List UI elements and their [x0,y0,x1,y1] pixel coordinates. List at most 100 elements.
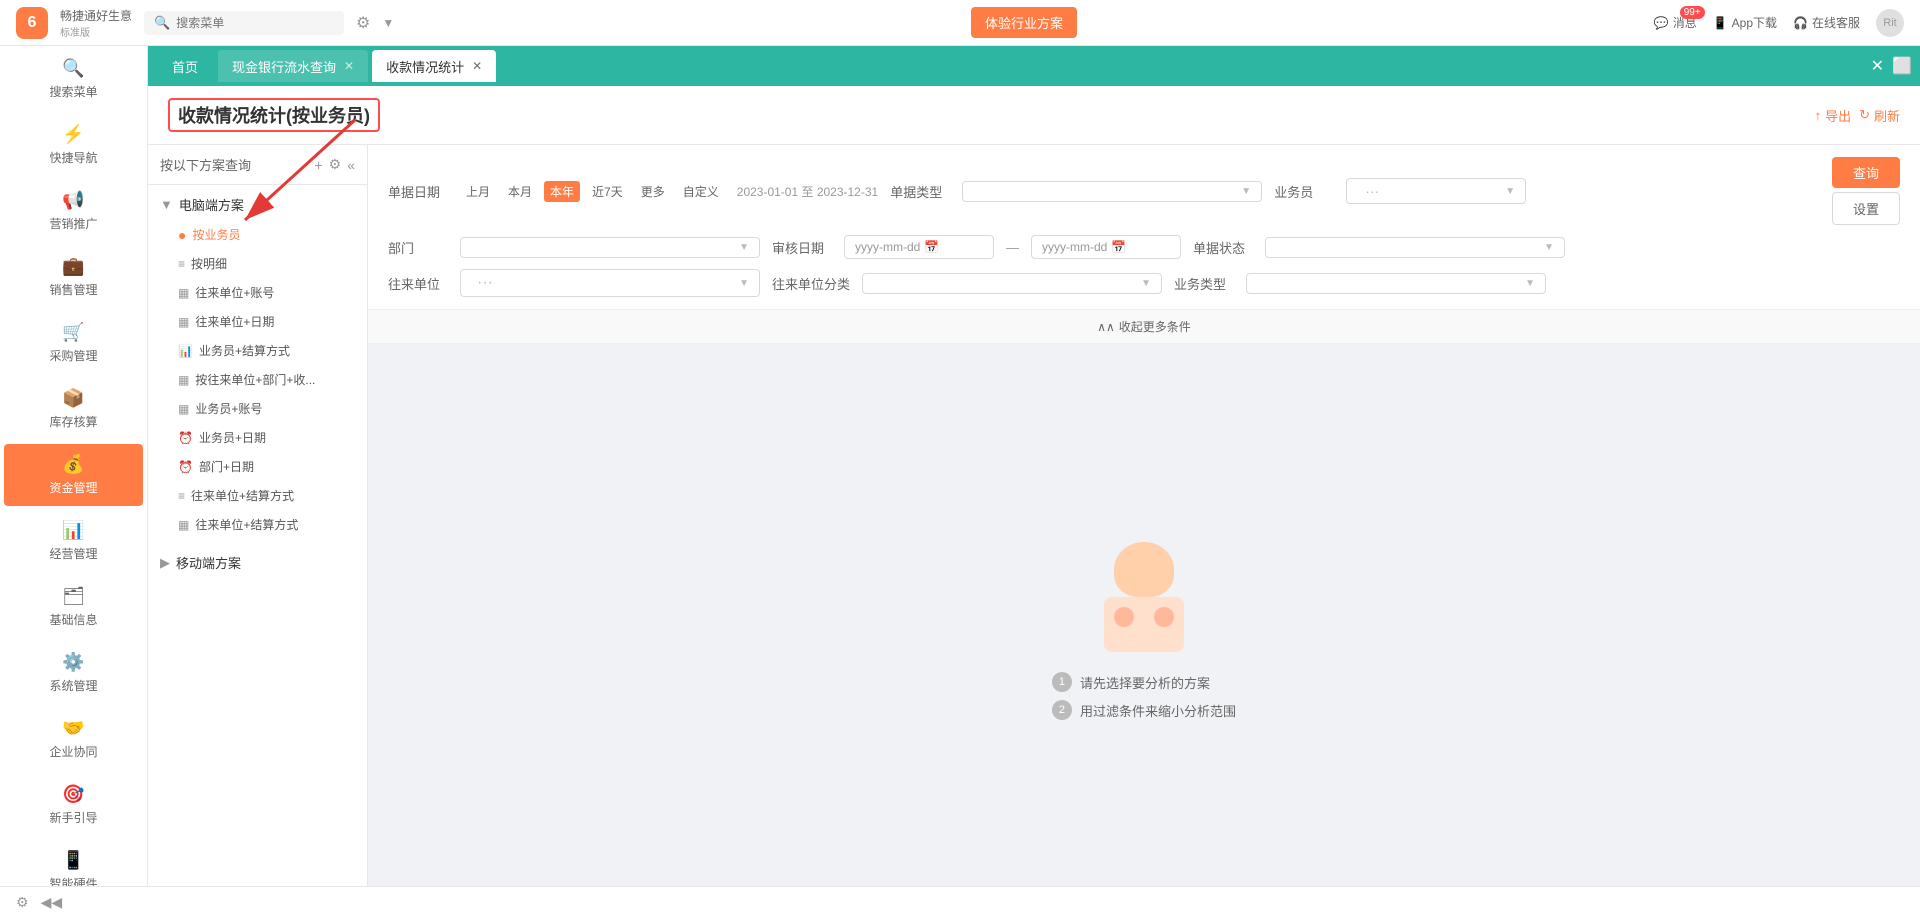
salesperson-select[interactable]: ··· ▼ [1346,178,1526,204]
doc-type-select[interactable]: ▼ [962,181,1262,202]
sidebar-item-search[interactable]: 🔍 搜索菜单 [4,48,143,110]
date-btn-7days[interactable]: 近7天 [586,181,629,202]
doc-status-label: 单据状态 [1193,238,1253,257]
partner-category-select[interactable]: ▼ [862,273,1162,294]
settings-icon[interactable]: ⚙ [356,13,370,33]
empty-step-1: 1 请先选择要分析的方案 [1052,672,1236,692]
online-service-btn[interactable]: 🎧 在线客服 [1793,14,1860,31]
tree-item-partner-dept[interactable]: ▦ 按往来单位+部门+收... [148,365,367,394]
app-edition: 标准版 [60,24,132,39]
tree-item-sales-date[interactable]: ⏰ 业务员+日期 [148,423,367,452]
partner-chevron: ▼ [739,278,749,289]
tree-item-partner-settle2[interactable]: ▦ 往来单位+结算方式 [148,510,367,539]
partner-label: 往来单位 [388,274,448,293]
top-search-box[interactable]: 🔍 [144,11,344,35]
salesperson-dots[interactable]: ··· [1365,183,1379,199]
tree-mobile-root[interactable]: ▶ 移动端方案 [148,547,367,578]
date-btn-this-year[interactable]: 本年 [544,181,580,202]
sidebar-item-basic[interactable]: 🗂 基础信息 [4,576,143,638]
panel-header: 按以下方案查询 + ⚙ « [148,145,367,185]
empty-step-2: 2 用过滤条件来缩小分析范围 [1052,700,1236,720]
filter-area: 单据日期 上月 本月 本年 近7天 更多 自定义 2023-01-01 至 20… [368,145,1920,310]
tab-maximize-icon[interactable]: ⬜ [1892,56,1912,76]
tab-bank-flow[interactable]: 现金银行流水查询 ✕ [218,50,368,82]
sidebar-item-finance[interactable]: 💰 资金管理 [4,444,143,506]
tree-item-partner-date-label: 往来单位+日期 [195,313,274,330]
calendar-end-icon[interactable]: 📅 [1111,240,1126,254]
content-area: 按以下方案查询 + ⚙ « ▼ 电脑端方案 ● 按业务员 [148,145,1920,918]
date-btn-this-month[interactable]: 本月 [502,181,538,202]
tab-collection-stats-close[interactable]: ✕ [472,59,482,73]
empty-illustration [1084,542,1204,652]
user-avatar[interactable]: Rit [1876,9,1904,37]
sidebar-item-guide[interactable]: 🎯 新手引导 [4,774,143,836]
panel-settings-btn[interactable]: ⚙ [329,156,342,173]
business-icon: 📊 [62,520,84,541]
sales-settlement-icon: 📊 [178,344,193,358]
robot-eye-left [1114,607,1134,627]
sidebar-item-inventory[interactable]: 📦 库存核算 [4,378,143,440]
main-area: 首页 现金银行流水查询 ✕ 收款情况统计 ✕ ✕ ⬜ 收款情况统计(按业务员) … [148,46,1920,918]
basic-icon: 🗂 [62,586,85,607]
review-date-end-text: yyyy-mm-dd [1042,240,1107,254]
tree-item-sales-settlement[interactable]: 📊 业务员+结算方式 [148,336,367,365]
right-panel: 单据日期 上月 本月 本年 近7天 更多 自定义 2023-01-01 至 20… [368,145,1920,918]
filter-row-3: 往来单位 ··· ▼ 往来单位分类 ▼ 业务类型 [388,269,1900,297]
collapse-conditions-btn[interactable]: ∧∧ 收起更多条件 [1097,318,1191,335]
date-btn-last-month[interactable]: 上月 [460,181,496,202]
tree-item-sales-account[interactable]: ▦ 业务员+账号 [148,394,367,423]
sidebar-label-purchase: 采购管理 [49,347,97,364]
tree-item-by-salesperson[interactable]: ● 按业务员 [148,220,367,249]
tree-item-dept-date[interactable]: ⏰ 部门+日期 [148,452,367,481]
refresh-btn[interactable]: ↻ 刷新 [1859,106,1900,125]
sidebar-item-purchase[interactable]: 🛒 采购管理 [4,312,143,374]
bottom-settings-icon[interactable]: ⚙ [16,894,29,911]
sidebar-item-quicknav[interactable]: ⚡ 快捷导航 [4,114,143,176]
messages-btn[interactable]: 💬 消息 99+ [1654,14,1697,31]
search-input[interactable] [176,16,334,30]
sidebar-item-business[interactable]: 📊 经营管理 [4,510,143,572]
tree-desktop-root[interactable]: ▼ 电脑端方案 [148,189,367,220]
empty-state: 1 请先选择要分析的方案 2 用过滤条件来缩小分析范围 [368,344,1920,918]
review-date-start[interactable]: yyyy-mm-dd 📅 [844,235,994,259]
sidebar-item-marketing[interactable]: 📢 营销推广 [4,180,143,242]
partner-dots[interactable]: ··· [477,274,493,292]
tree-item-partner-date[interactable]: ▦ 往来单位+日期 [148,307,367,336]
review-date-end[interactable]: yyyy-mm-dd 📅 [1031,235,1181,259]
step-1-num: 1 [1052,672,1072,692]
finance-icon: 💰 [62,454,84,475]
query-btn[interactable]: 查询 [1832,157,1900,188]
top-bar-right: 💬 消息 99+ 📱 App下载 🎧 在线客服 Rit [1654,9,1904,37]
doc-status-select[interactable]: ▼ [1265,237,1565,258]
sidebar-item-system[interactable]: ⚙️ 系统管理 [4,642,143,704]
settings-btn[interactable]: 设置 [1832,192,1900,225]
date-btn-more[interactable]: 更多 [635,181,671,202]
dept-select[interactable]: ▼ [460,237,760,258]
try-industry-btn[interactable]: 体验行业方案 [971,7,1077,38]
partner-select[interactable]: ··· ▼ [460,269,760,297]
panel-add-btn[interactable]: + [314,157,322,173]
tree-item-partner-account[interactable]: ▦ 往来单位+账号 [148,278,367,307]
tree-item-partner-settle1[interactable]: ≡ 往来单位+结算方式 [148,481,367,510]
app-download-btn[interactable]: 📱 App下载 [1713,14,1777,31]
panel-collapse-btn[interactable]: « [347,157,355,173]
robot-body [1104,597,1184,652]
sidebar-item-enterprise[interactable]: 🤝 企业协同 [4,708,143,770]
biz-type-select[interactable]: ▼ [1246,273,1546,294]
tab-close-all-icon[interactable]: ✕ [1871,56,1884,76]
tab-collection-stats[interactable]: 收款情况统计 ✕ [372,50,496,82]
tab-bank-flow-close[interactable]: ✕ [344,59,354,73]
export-btn[interactable]: ↑ 导出 [1815,106,1852,125]
sidebar-item-sales[interactable]: 💼 销售管理 [4,246,143,308]
marketing-icon: 📢 [62,190,84,211]
tree-item-partner-account-label: 往来单位+账号 [195,284,274,301]
doc-type-chevron: ▼ [1241,186,1251,197]
tree-item-salesperson-label: 按业务员 [192,226,240,243]
date-btn-custom[interactable]: 自定义 [677,181,725,202]
tree-item-by-detail[interactable]: ≡ 按明细 [148,249,367,278]
tab-home[interactable]: 首页 [156,46,214,86]
chevron-down-icon[interactable]: ▼ [382,16,394,30]
online-service-label: 在线客服 [1812,14,1860,31]
bottom-collapse-icon[interactable]: ◀◀ [41,894,63,911]
calendar-start-icon[interactable]: 📅 [924,240,939,254]
